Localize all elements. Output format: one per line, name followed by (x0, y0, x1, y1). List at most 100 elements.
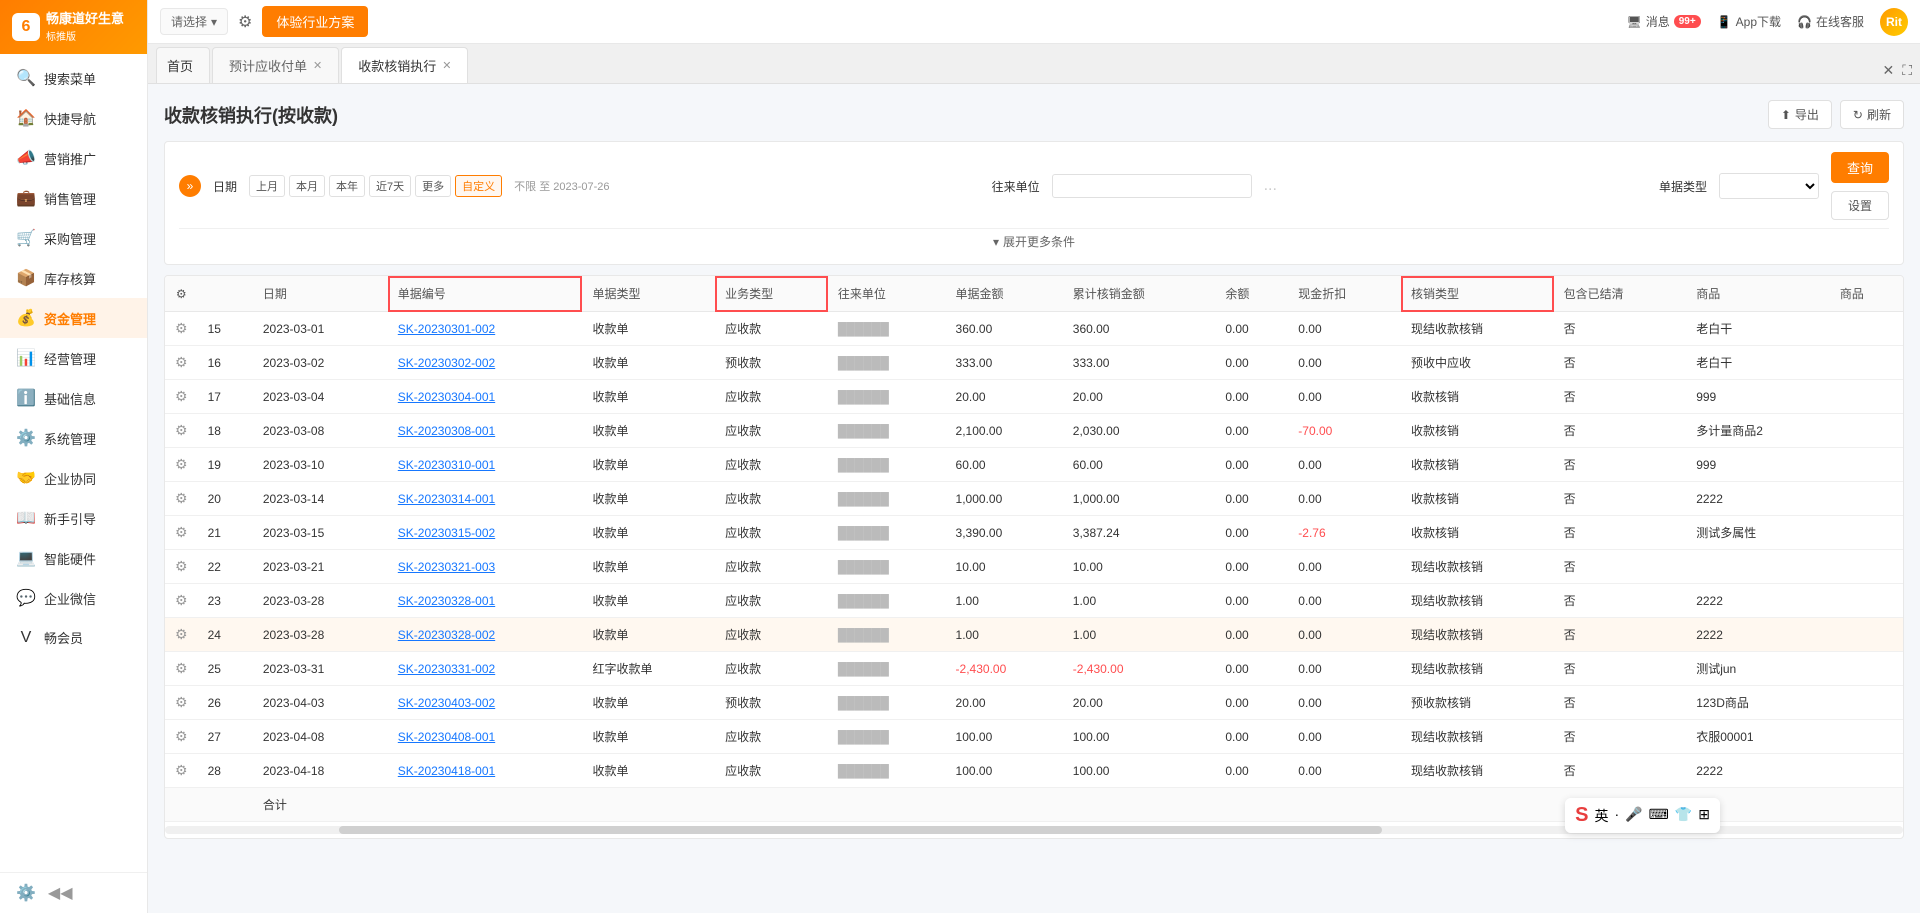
sidebar-item-finance[interactable]: 💰 资金管理 (0, 298, 147, 338)
date-btn-more[interactable]: 更多 (415, 175, 451, 197)
sidebar-item-operations[interactable]: 📊 经营管理 (0, 338, 147, 378)
doc-no-link[interactable]: SK-20230314-001 (398, 492, 495, 506)
doc-no-link[interactable]: SK-20230408-001 (398, 730, 495, 744)
cell-goods2 (1830, 720, 1903, 754)
date-btn-this-year[interactable]: 本年 (329, 175, 365, 197)
row-setting-icon[interactable]: ⚙ (175, 524, 188, 540)
sidebar-item-system[interactable]: ⚙️ 系统管理 (0, 418, 147, 458)
tab-close-btn[interactable]: ✕ (1882, 62, 1894, 79)
counterpart-input[interactable] (1052, 174, 1252, 198)
cell-counterpart: ██████ (828, 482, 946, 516)
tab-pending-close[interactable]: ✕ (313, 59, 322, 72)
filter-row: » 日期 上月 本月 本年 近7天 更多 自定义 不限 至 2023-07-26… (179, 152, 1889, 220)
sidebar-item-basic[interactable]: ℹ️ 基础信息 (0, 378, 147, 418)
row-setting-icon[interactable]: ⚙ (175, 592, 188, 608)
expand-more-btn[interactable]: ▾ 展开更多条件 (179, 228, 1889, 254)
row-setting-icon[interactable]: ⚙ (175, 694, 188, 710)
doc-no-link[interactable]: SK-20230310-001 (398, 458, 495, 472)
row-setting-icon[interactable]: ⚙ (175, 762, 188, 778)
cell-amount: 10.00 (946, 550, 1063, 584)
col-setting-icon[interactable]: ⚙ (176, 287, 187, 301)
doc-no-link[interactable]: SK-20230321-003 (398, 560, 495, 574)
sidebar-item-inventory[interactable]: 📦 库存核算 (0, 258, 147, 298)
doc-no-link[interactable]: SK-20230403-002 (398, 696, 495, 710)
row-setting-icon[interactable]: ⚙ (175, 490, 188, 506)
counterpart-dots[interactable]: ... (1264, 177, 1277, 195)
app-download-action[interactable]: 📱 App下载 (1717, 13, 1781, 30)
col-setting[interactable]: ⚙ (165, 276, 198, 312)
doc-no-link[interactable]: SK-20230328-001 (398, 594, 495, 608)
refresh-btn[interactable]: ↻ 刷新 (1840, 100, 1904, 129)
row-setting-icon[interactable]: ⚙ (175, 728, 188, 744)
doc-type-select[interactable] (1719, 173, 1819, 199)
online-service-action[interactable]: 🎧 在线客服 (1797, 13, 1864, 30)
doc-no-link[interactable]: SK-20230308-001 (398, 424, 495, 438)
doc-no-link[interactable]: SK-20230304-001 (398, 390, 495, 404)
row-setting-icon[interactable]: ⚙ (175, 388, 188, 404)
cell-include-settled: 否 (1554, 754, 1687, 788)
cell-balance: 0.00 (1215, 448, 1288, 482)
tab-collection[interactable]: 收款核销执行 ✕ (341, 47, 468, 83)
doc-no-link[interactable]: SK-20230331-002 (398, 662, 495, 676)
export-btn[interactable]: ⬆ 导出 (1768, 100, 1832, 129)
cell-goods2 (1830, 482, 1903, 516)
sidebar-item-member[interactable]: V 畅会员 (0, 618, 147, 657)
topbar-select[interactable]: 请选择 ▾ (160, 8, 228, 35)
date-btn-7days[interactable]: 近7天 (369, 175, 411, 197)
sidebar-item-purchase[interactable]: 🛒 采购管理 (0, 218, 147, 258)
doc-no-link[interactable]: SK-20230301-002 (398, 322, 495, 336)
row-setting-icon[interactable]: ⚙ (175, 456, 188, 472)
cell-biz-type: 应收款 (715, 584, 828, 618)
row-setting-icon[interactable]: ⚙ (175, 660, 188, 676)
tab-maximize-btn[interactable]: ⛶ (1902, 62, 1912, 79)
tab-collection-label: 收款核销执行 (358, 56, 436, 75)
col-counterpart: 往来单位 (828, 276, 946, 312)
s-logo-icon: S (1575, 804, 1588, 827)
collapse-icon[interactable]: ◀◀ (48, 883, 73, 903)
setting-btn[interactable]: 设置 (1831, 191, 1889, 220)
topbar-gear-icon[interactable]: ⚙ (238, 12, 252, 32)
tab-collection-close[interactable]: ✕ (442, 59, 451, 72)
row-setting-icon[interactable]: ⚙ (175, 422, 188, 438)
user-avatar[interactable]: Rit (1880, 8, 1908, 36)
tab-home[interactable]: 首页 (156, 47, 210, 83)
sidebar-item-nav[interactable]: 🏠 快捷导航 (0, 98, 147, 138)
sidebar-item-sales[interactable]: 💼 销售管理 (0, 178, 147, 218)
row-setting-icon[interactable]: ⚙ (175, 354, 188, 370)
date-btn-custom[interactable]: 自定义 (455, 175, 502, 197)
cell-total-cancel: 20.00 (1063, 686, 1216, 720)
sidebar-item-search[interactable]: 🔍 搜索菜单 (0, 58, 147, 98)
s-icon-1: 英 (1595, 806, 1609, 826)
row-setting-icon[interactable]: ⚙ (175, 320, 188, 336)
doc-no-link[interactable]: SK-20230418-001 (398, 764, 495, 778)
cell-biz-type: 应收款 (715, 550, 828, 584)
settings-icon[interactable]: ⚙️ (16, 883, 36, 903)
cell-amount: 1.00 (946, 618, 1063, 652)
doc-no-link[interactable]: SK-20230302-002 (398, 356, 495, 370)
row-setting-icon[interactable]: ⚙ (175, 626, 188, 642)
sidebar-item-hardware[interactable]: 💻 智能硬件 (0, 538, 147, 578)
cell-date: 2023-03-10 (253, 448, 388, 482)
cell-amount: 20.00 (946, 686, 1063, 720)
sidebar-item-marketing[interactable]: 📣 营销推广 (0, 138, 147, 178)
sidebar-operations-icon: 📊 (16, 348, 36, 368)
col-doc-no: 单据编号 (388, 276, 583, 312)
tabbar: 首页 预计应收付单 ✕ 收款核销执行 ✕ ✕ ⛶ (148, 44, 1920, 84)
cell-include-settled: 否 (1554, 380, 1687, 414)
cell-cancel-type: 现结收款核销 (1401, 720, 1554, 754)
date-btn-this-month[interactable]: 本月 (289, 175, 325, 197)
doc-no-link[interactable]: SK-20230328-002 (398, 628, 495, 642)
col-amount: 单据金额 (946, 276, 1063, 312)
date-btn-last-month[interactable]: 上月 (249, 175, 285, 197)
sidebar-item-guide[interactable]: 📖 新手引导 (0, 498, 147, 538)
sidebar-item-corp[interactable]: 🤝 企业协同 (0, 458, 147, 498)
messages-action[interactable]: 🖥 消息 99+ (1627, 13, 1701, 30)
table-row: ⚙ 17 2023-03-04 SK-20230304-001 收款单 应收款 … (165, 380, 1903, 414)
query-btn[interactable]: 查询 (1831, 152, 1889, 183)
industry-btn[interactable]: 体验行业方案 (262, 6, 368, 37)
filter-toggle-btn[interactable]: » (179, 175, 201, 197)
tab-pending[interactable]: 预计应收付单 ✕ (212, 47, 339, 83)
row-setting-icon[interactable]: ⚙ (175, 558, 188, 574)
sidebar-item-wechat[interactable]: 💬 企业微信 (0, 578, 147, 618)
doc-no-link[interactable]: SK-20230315-002 (398, 526, 495, 540)
